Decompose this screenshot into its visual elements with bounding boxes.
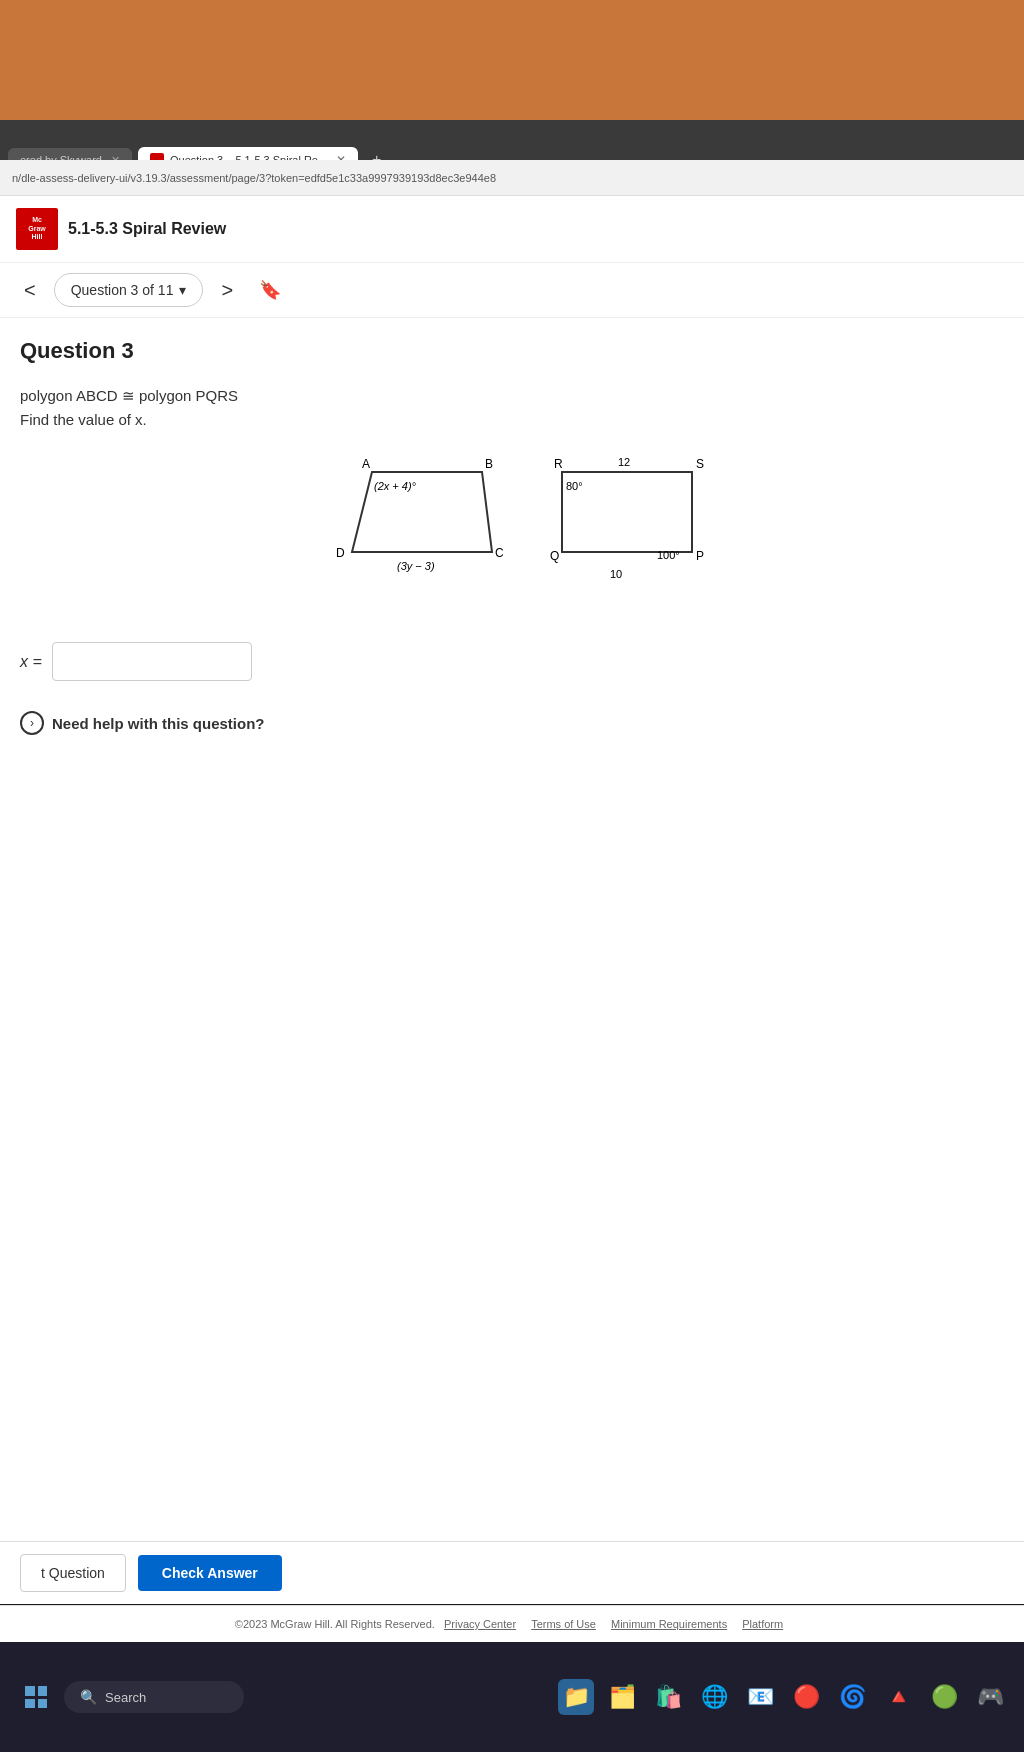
- mcgraw-hill-logo: Mc Graw Hill: [16, 208, 58, 250]
- angle-r-label: 80°: [566, 480, 583, 492]
- question-area: Question 3 polygon ABCD ≅ polygon PQRS F…: [0, 318, 1024, 755]
- taskbar-icon-explorer[interactable]: 🗂️: [604, 1679, 640, 1715]
- taskbar-icons: 📁 🗂️ 🛍️ 🌐 📧 🔴 🌀 🔺 🟢 🎮: [558, 1679, 1008, 1715]
- question-text: polygon ABCD ≅ polygon PQRS Find the val…: [20, 384, 1004, 432]
- label-c: C: [495, 546, 504, 560]
- bookmark-icon[interactable]: 🔖: [251, 275, 289, 305]
- question-heading: Question 3: [20, 338, 1004, 364]
- main-content: Mc Graw Hill 5.1-5.3 Spiral Review < Que…: [0, 196, 1024, 1572]
- action-bar: t Question Check Answer: [0, 1541, 1024, 1604]
- search-label: Search: [105, 1690, 146, 1705]
- label-b: B: [485, 457, 493, 471]
- windows-icon: [25, 1686, 47, 1708]
- check-answer-button[interactable]: Check Answer: [138, 1555, 282, 1591]
- answer-row: x =: [20, 642, 1004, 681]
- label-r: R: [554, 457, 563, 471]
- label-q: Q: [550, 549, 559, 563]
- footer-terms-link[interactable]: Terms of Use: [531, 1618, 596, 1630]
- angle-p-label: 100°: [657, 549, 680, 561]
- taskbar-icon-store[interactable]: 🛍️: [650, 1679, 686, 1715]
- answer-input[interactable]: [52, 642, 252, 681]
- assessment-title: 5.1-5.3 Spiral Review: [68, 220, 226, 238]
- geometry-diagram: A B C D (2x + 4)° (3y − 3) R S P Q 12: [80, 452, 1004, 612]
- top-right-label: 12: [618, 456, 630, 468]
- label-s: S: [696, 457, 704, 471]
- help-section[interactable]: › Need help with this question?: [20, 711, 1004, 735]
- taskbar-icon-files[interactable]: 📁: [558, 1679, 594, 1715]
- address-bar: n/dle-assess-delivery-ui/v3.19.3/assessm…: [0, 160, 1024, 196]
- label-p: P: [696, 549, 704, 563]
- question-selector-button[interactable]: Question 3 of 11 ▾: [54, 273, 204, 307]
- question-nav-bar: < Question 3 of 11 ▾ > 🔖: [0, 263, 1024, 318]
- bottom-right-label: 10: [610, 568, 622, 580]
- taskbar: 🔍 Search 📁 🗂️ 🛍️ 🌐 📧 🔴 🌀 🔺 🟢: [0, 1642, 1024, 1752]
- start-button[interactable]: [16, 1677, 56, 1717]
- taskbar-icon-swirl[interactable]: 🌀: [834, 1679, 870, 1715]
- taskbar-icon-red[interactable]: 🔴: [788, 1679, 824, 1715]
- app-header: Mc Graw Hill 5.1-5.3 Spiral Review: [0, 196, 1024, 263]
- dropdown-chevron-icon: ▾: [179, 282, 186, 298]
- footer-requirements-link[interactable]: Minimum Requirements: [611, 1618, 727, 1630]
- help-text: Need help with this question?: [52, 715, 265, 732]
- help-chevron-icon[interactable]: ›: [20, 711, 44, 735]
- footer-bar: ©2023 McGraw Hill. All Rights Reserved. …: [0, 1605, 1024, 1642]
- taskbar-icon-nvidia[interactable]: 🎮: [972, 1679, 1008, 1715]
- footer-copyright: ©2023 McGraw Hill. All Rights Reserved. …: [20, 1618, 1004, 1630]
- label-d: D: [336, 546, 345, 560]
- search-icon: 🔍: [80, 1689, 97, 1705]
- nav-forward-button[interactable]: >: [213, 275, 241, 306]
- footer-privacy-link[interactable]: Privacy Center: [444, 1618, 516, 1630]
- taskbar-search[interactable]: 🔍 Search: [64, 1681, 244, 1713]
- bottom-left-label: (3y − 3): [397, 560, 435, 572]
- skip-question-button[interactable]: t Question: [20, 1554, 126, 1592]
- nav-back-button[interactable]: <: [16, 275, 44, 306]
- footer-platform-link[interactable]: Platform: [742, 1618, 783, 1630]
- taskbar-icon-green[interactable]: 🟢: [926, 1679, 962, 1715]
- diagram-svg: A B C D (2x + 4)° (3y − 3) R S P Q 12: [322, 452, 762, 612]
- taskbar-icon-mail[interactable]: 📧: [742, 1679, 778, 1715]
- left-polygon: [352, 472, 492, 552]
- angle-left-label: (2x + 4)°: [374, 480, 417, 492]
- answer-label: x =: [20, 653, 42, 671]
- taskbar-icon-browser[interactable]: 🌐: [696, 1679, 732, 1715]
- taskbar-icon-triangle[interactable]: 🔺: [880, 1679, 916, 1715]
- label-a: A: [362, 457, 370, 471]
